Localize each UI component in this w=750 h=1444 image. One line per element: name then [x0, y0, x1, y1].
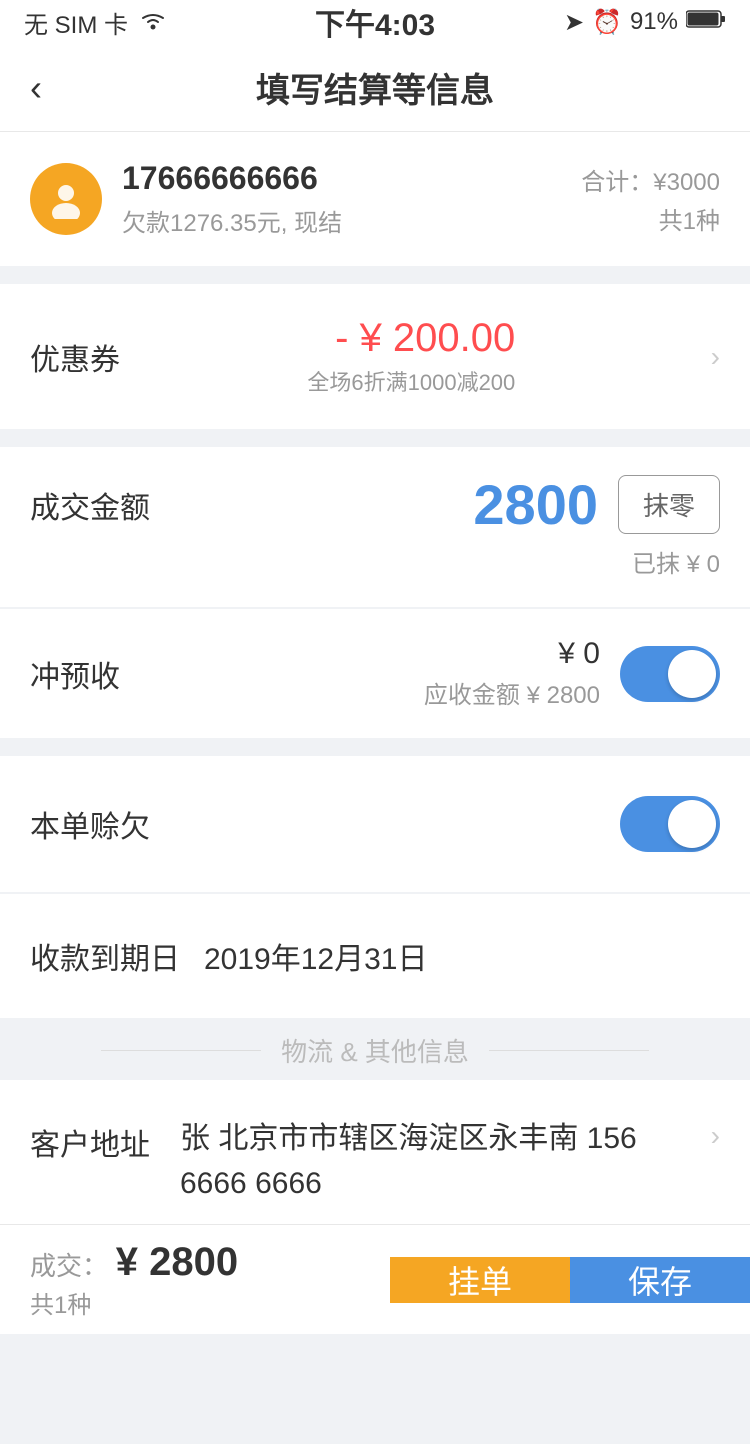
duedate-section: 收款到期日 2019年12月31日 — [0, 894, 750, 1018]
prepay-toggle[interactable] — [620, 646, 720, 702]
prepay-toggle-knob — [668, 650, 716, 698]
total-label: 合计：¥3000 — [581, 162, 720, 197]
coupon-description: 全场6折满1000减200 — [307, 365, 515, 397]
location-icon: ➤ — [564, 8, 584, 37]
bottom-summary-count: 共1种 — [30, 1285, 360, 1320]
status-right: ➤ ⏰ 91% — [564, 8, 726, 37]
status-bar: 无 SIM 卡 下午4:03 ➤ ⏰ 91% — [0, 0, 750, 44]
logistics-divider: 物流 & 其他信息 — [0, 1020, 750, 1080]
coupon-chevron-icon: › — [711, 341, 720, 373]
amount-sub-text: 已抹 ¥ 0 — [30, 544, 720, 579]
logistics-line-right — [489, 1050, 649, 1051]
amount-value: 2800 — [473, 477, 598, 533]
bottom-amount-line: 成交： ¥ 2800 — [30, 1240, 360, 1285]
coupon-discount: - ¥ 200.00 — [307, 316, 515, 361]
prepay-right: ¥ 0 应收金额 ¥ 2800 — [424, 637, 720, 710]
address-row: 客户地址 张 北京市市辖区海淀区永丰南 156 6666 6666 › — [30, 1116, 720, 1206]
prepay-receivable: 应收金额 ¥ 2800 — [424, 675, 600, 710]
prepay-amount: ¥ 0 — [424, 637, 600, 671]
sim-label: 无 SIM 卡 — [24, 5, 128, 40]
bottom-summary: 成交： ¥ 2800 共1种 — [0, 1240, 390, 1320]
duedate-row: 收款到期日 2019年12月31日 — [30, 934, 720, 978]
prepay-row: 冲预收 ¥ 0 应收金额 ¥ 2800 — [30, 637, 720, 710]
amount-section: 成交金额 2800 抹零 已抹 ¥ 0 — [0, 447, 750, 607]
logistics-line-left — [101, 1050, 261, 1051]
bottom-summary-amount: ¥ 2800 — [116, 1240, 238, 1284]
bottom-summary-label: 成交： — [30, 1251, 108, 1281]
amount-right: 2800 抹零 — [473, 475, 720, 534]
debt-row: 本单赊欠 — [30, 796, 720, 852]
divider-3 — [0, 740, 750, 756]
debt-label: 本单赊欠 — [30, 802, 150, 846]
address-value: 张 北京市市辖区海淀区永丰南 156 6666 6666 — [180, 1116, 695, 1206]
coupon-right: - ¥ 200.00 全场6折满1000减200 — [307, 316, 515, 397]
status-time: 下午4:03 — [315, 0, 435, 44]
duedate-value: 2019年12月31日 — [204, 934, 427, 978]
customer-info: 17666666666 欠款1276.35元, 现结 — [122, 160, 342, 238]
address-section[interactable]: 客户地址 张 北京市市辖区海淀区永丰南 156 6666 6666 › — [0, 1080, 750, 1242]
battery-icon — [686, 8, 726, 36]
total-count: 共1种 — [581, 201, 720, 236]
prepay-section: 冲预收 ¥ 0 应收金额 ¥ 2800 — [0, 609, 750, 738]
debt-toggle-knob — [668, 800, 716, 848]
prepay-label: 冲预收 — [30, 652, 120, 696]
prepay-info: ¥ 0 应收金额 ¥ 2800 — [424, 637, 600, 710]
debt-toggle[interactable] — [620, 796, 720, 852]
customer-total: 合计：¥3000 共1种 — [581, 162, 720, 236]
status-left: 无 SIM 卡 — [24, 5, 168, 40]
page-title: 填写结算等信息 — [90, 63, 660, 112]
coupon-row[interactable]: 优惠券 - ¥ 200.00 全场6折满1000减200 › — [0, 284, 750, 429]
alarm-icon: ⏰ — [592, 8, 622, 37]
back-button[interactable]: ‹ — [30, 67, 90, 109]
coupon-section: 优惠券 - ¥ 200.00 全场6折满1000减200 › — [0, 284, 750, 429]
customer-phone: 17666666666 — [122, 160, 342, 197]
battery-label: 91% — [630, 8, 678, 36]
debt-section: 本单赊欠 — [0, 756, 750, 892]
customer-left: 17666666666 欠款1276.35元, 现结 — [30, 160, 342, 238]
nav-bar: ‹ 填写结算等信息 — [0, 44, 750, 132]
logistics-text: 物流 & 其他信息 — [101, 1032, 649, 1069]
address-chevron-icon: › — [711, 1120, 720, 1152]
round-button[interactable]: 抹零 — [618, 475, 720, 534]
logistics-label: 物流 & 其他信息 — [281, 1032, 469, 1069]
address-label: 客户地址 — [30, 1120, 150, 1164]
save-button[interactable]: 保存 — [570, 1257, 750, 1303]
amount-label: 成交金额 — [30, 483, 150, 527]
divider-2 — [0, 431, 750, 447]
hang-button[interactable]: 挂单 — [390, 1257, 570, 1303]
customer-debt: 欠款1276.35元, 现结 — [122, 203, 342, 238]
bottom-bar: 成交： ¥ 2800 共1种 挂单 保存 — [0, 1224, 750, 1334]
avatar — [30, 163, 102, 235]
customer-card: 17666666666 欠款1276.35元, 现结 合计：¥3000 共1种 — [0, 132, 750, 266]
coupon-label: 优惠券 — [30, 335, 120, 379]
duedate-label: 收款到期日 — [30, 934, 180, 978]
divider-1 — [0, 268, 750, 284]
amount-row: 成交金额 2800 抹零 — [30, 475, 720, 534]
wifi-icon — [138, 8, 168, 37]
